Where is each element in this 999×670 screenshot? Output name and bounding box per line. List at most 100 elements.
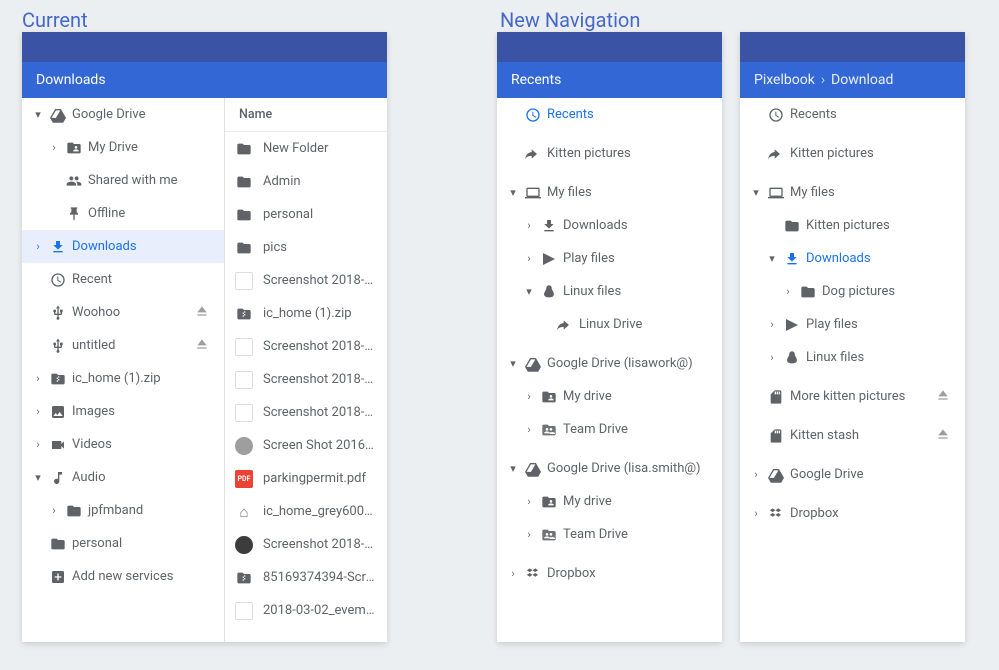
- expand-arrow-icon[interactable]: ›: [519, 219, 539, 232]
- tree-item-downloads[interactable]: ›Downloads: [497, 209, 722, 242]
- column-header-name[interactable]: Name: [225, 98, 387, 132]
- tree-item-kitten-pictures[interactable]: Kitten pictures: [497, 137, 722, 170]
- tree-item-play-files[interactable]: ›Play files: [740, 308, 965, 341]
- tree-item-shared-with-me[interactable]: Shared with me: [22, 164, 224, 197]
- tree-item-offline[interactable]: Offline: [22, 197, 224, 230]
- tree-item-label: Recent: [68, 272, 216, 287]
- tree-item-my-drive[interactable]: ›My Drive: [22, 131, 224, 164]
- tree-item-google-drive[interactable]: ›Google Drive: [740, 458, 965, 491]
- expand-arrow-icon[interactable]: ▾: [503, 462, 523, 475]
- expand-arrow-icon[interactable]: ▾: [503, 357, 523, 370]
- file-row[interactable]: Screenshot 2018-03-...: [225, 396, 387, 429]
- expand-arrow-icon[interactable]: ▾: [519, 285, 539, 298]
- eject-icon[interactable]: [929, 426, 957, 445]
- tree-item-more-kitten-pictures[interactable]: More kitten pictures: [740, 380, 965, 413]
- file-name: Admin: [263, 174, 377, 189]
- tree-item-label: Images: [68, 404, 216, 419]
- tree-item-downloads[interactable]: ›Downloads: [22, 230, 224, 263]
- expand-arrow-icon[interactable]: ›: [762, 318, 782, 331]
- tree-item-my-files[interactable]: ▾My files: [740, 176, 965, 209]
- eject-icon[interactable]: [929, 387, 957, 406]
- tree-item-recents[interactable]: Recents: [740, 98, 965, 131]
- panel-recents: Recents RecentsKitten pictures▾My files›…: [497, 32, 722, 642]
- breadcrumb-root[interactable]: Pixelbook: [754, 72, 815, 88]
- tree-item-downloads[interactable]: ▾Downloads: [740, 242, 965, 275]
- tree-item-personal[interactable]: personal: [22, 527, 224, 560]
- tree-item-kitten-stash[interactable]: Kitten stash: [740, 419, 965, 452]
- tree-item-my-files[interactable]: ▾My files: [497, 176, 722, 209]
- tree-item-add-new-services[interactable]: Add new services: [22, 560, 224, 593]
- expand-arrow-icon[interactable]: ▾: [28, 108, 48, 121]
- tree-item-linux-files[interactable]: ▾Linux files: [497, 275, 722, 308]
- tree-item-kitten-pictures[interactable]: Kitten pictures: [740, 137, 965, 170]
- file-row[interactable]: pics: [225, 231, 387, 264]
- file-row[interactable]: Screenshot 2018-03-...: [225, 264, 387, 297]
- file-row[interactable]: Screen Shot 2016-12...: [225, 429, 387, 462]
- expand-arrow-icon[interactable]: ›: [746, 507, 766, 520]
- tree-item-label: personal: [68, 536, 216, 551]
- file-row[interactable]: Screenshot 2018-03-...: [225, 528, 387, 561]
- tree-item-recents[interactable]: Recents: [497, 98, 722, 131]
- expand-arrow-icon[interactable]: ›: [28, 240, 48, 253]
- expand-arrow-icon[interactable]: ▾: [503, 186, 523, 199]
- tree-item-label: Kitten pictures: [802, 218, 957, 233]
- expand-arrow-icon[interactable]: ›: [519, 423, 539, 436]
- eject-icon[interactable]: [188, 303, 216, 322]
- tree-item-ic-home-1-zip[interactable]: › ic_home (1).zip: [22, 362, 224, 395]
- tree-item-woohoo[interactable]: Woohoo: [22, 296, 224, 329]
- tree-item-dropbox[interactable]: ›Dropbox: [497, 557, 722, 590]
- expand-arrow-icon[interactable]: ›: [778, 285, 798, 298]
- expand-arrow-icon[interactable]: ›: [762, 351, 782, 364]
- expand-arrow-icon[interactable]: ›: [44, 504, 64, 517]
- expand-arrow-icon[interactable]: ›: [519, 495, 539, 508]
- tree-item-label: Videos: [68, 437, 216, 452]
- tree-item-untitled[interactable]: untitled: [22, 329, 224, 362]
- file-row[interactable]: New Folder: [225, 132, 387, 165]
- file-row[interactable]: Admin: [225, 165, 387, 198]
- file-row[interactable]: Screenshot 2018-03-...: [225, 363, 387, 396]
- expand-arrow-icon[interactable]: ›: [519, 390, 539, 403]
- file-row[interactable]: 85169374394-Scree...: [225, 561, 387, 594]
- tree-item-audio[interactable]: ▾Audio: [22, 461, 224, 494]
- file-row[interactable]: personal: [225, 198, 387, 231]
- expand-arrow-icon[interactable]: ▾: [762, 252, 782, 265]
- file-row[interactable]: Screenshot 2018-03-...: [225, 330, 387, 363]
- tree-item-play-files[interactable]: ›Play files: [497, 242, 722, 275]
- tree-item-google-drive-lisa-smith-[interactable]: ▾Google Drive (lisa.smith@): [497, 452, 722, 485]
- expand-arrow-icon[interactable]: ▾: [28, 471, 48, 484]
- home-icon: ⌂: [235, 503, 253, 521]
- expand-arrow-icon[interactable]: ›: [519, 252, 539, 265]
- file-row[interactable]: PDFparkingpermit.pdf: [225, 462, 387, 495]
- file-row[interactable]: ⌂ic_home_grey600_1x...: [225, 495, 387, 528]
- tree-item-label: ic_home (1).zip: [68, 371, 216, 386]
- file-row[interactable]: 2018-03-02_evemark...: [225, 594, 387, 627]
- tree-item-linux-files[interactable]: ›Linux files: [740, 341, 965, 374]
- usb-icon: [48, 338, 68, 354]
- tree-item-linux-drive[interactable]: Linux Drive: [497, 308, 722, 341]
- tree-item-videos[interactable]: › Videos: [22, 428, 224, 461]
- file-row[interactable]: ic_home (1).zip: [225, 297, 387, 330]
- tree-item-dog-pictures[interactable]: ›Dog pictures: [740, 275, 965, 308]
- eject-icon[interactable]: [188, 336, 216, 355]
- expand-arrow-icon[interactable]: ›: [28, 372, 48, 385]
- breadcrumb-current[interactable]: Download: [831, 72, 893, 88]
- tree-item-team-drive[interactable]: ›Team Drive: [497, 413, 722, 446]
- tree-item-recent[interactable]: Recent: [22, 263, 224, 296]
- expand-arrow-icon[interactable]: ›: [28, 438, 48, 451]
- tree-item-jpfmband[interactable]: ›jpfmband: [22, 494, 224, 527]
- tree-item-my-drive[interactable]: ›My drive: [497, 485, 722, 518]
- tree-item-google-drive-lisawork-[interactable]: ▾Google Drive (lisawork@): [497, 347, 722, 380]
- tree-item-my-drive[interactable]: ›My drive: [497, 380, 722, 413]
- tree-item-images[interactable]: › Images: [22, 395, 224, 428]
- tree-item-kitten-pictures[interactable]: Kitten pictures: [740, 209, 965, 242]
- folder-icon: [235, 206, 253, 224]
- expand-arrow-icon[interactable]: ›: [44, 141, 64, 154]
- tree-item-dropbox[interactable]: ›Dropbox: [740, 497, 965, 530]
- tree-item-team-drive[interactable]: ›Team Drive: [497, 518, 722, 551]
- tree-item-google-drive[interactable]: ▾Google Drive: [22, 98, 224, 131]
- expand-arrow-icon[interactable]: ›: [503, 567, 523, 580]
- expand-arrow-icon[interactable]: ▾: [746, 186, 766, 199]
- expand-arrow-icon[interactable]: ›: [746, 468, 766, 481]
- expand-arrow-icon[interactable]: ›: [28, 405, 48, 418]
- expand-arrow-icon[interactable]: ›: [519, 528, 539, 541]
